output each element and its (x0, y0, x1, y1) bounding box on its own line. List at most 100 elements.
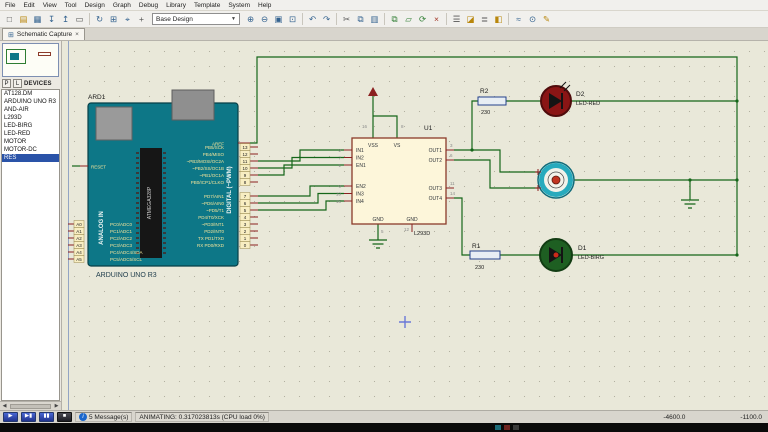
device-item[interactable]: LED-RED (2, 130, 59, 138)
device-item-selected[interactable]: RES (2, 154, 59, 162)
cursor-icon[interactable]: + (135, 13, 148, 26)
pause-button[interactable]: ▮▮ (39, 412, 54, 422)
menu-tool[interactable]: Tool (65, 2, 77, 9)
tab-schematic-capture[interactable]: ⊞ Schematic Capture × (2, 28, 85, 40)
wire-autorouter-icon[interactable]: ≈ (512, 13, 525, 26)
taskbar-thumbnail (504, 425, 510, 430)
resistor-r2[interactable]: R2 230 (478, 88, 506, 116)
wire-junction (735, 253, 738, 256)
menu-system[interactable]: System (228, 2, 250, 9)
device-item[interactable]: ARDUINO UNO R3 (2, 98, 59, 106)
taskbar-thumbnail (513, 425, 519, 430)
stop-button[interactable]: ■ (57, 412, 72, 422)
pick-parts-icon[interactable]: ☰ (450, 13, 463, 26)
menu-design[interactable]: Design (85, 2, 105, 9)
search-tag-icon[interactable]: ⊙ (526, 13, 539, 26)
wire[interactable] (258, 201, 344, 210)
pin-name: IN4 (356, 199, 364, 205)
wire[interactable] (454, 160, 538, 188)
menu-edit[interactable]: Edit (23, 2, 34, 9)
device-item[interactable]: MOTOR (2, 138, 59, 146)
menu-help[interactable]: Help (258, 2, 271, 9)
menu-library[interactable]: Library (166, 2, 186, 9)
pin-number: 11 (243, 159, 248, 164)
step-button[interactable]: ▶▮ (21, 412, 36, 422)
zoom-all-icon[interactable]: ▣ (272, 13, 285, 26)
save-icon[interactable]: ▦ (31, 13, 44, 26)
undo-icon[interactable]: ↶ (306, 13, 319, 26)
block-rotate-icon[interactable]: ⟳ (416, 13, 429, 26)
redo-icon[interactable]: ↷ (320, 13, 333, 26)
menu-view[interactable]: View (43, 2, 57, 9)
dc-motor[interactable] (535, 162, 574, 198)
wire[interactable] (250, 57, 737, 255)
ground-terminal[interactable] (369, 240, 387, 248)
scroll-left-icon[interactable]: ◀ (0, 403, 9, 409)
copy-icon[interactable]: ⧉ (354, 13, 367, 26)
paste-icon[interactable]: ▥ (368, 13, 381, 26)
library-button[interactable]: L (13, 79, 22, 88)
decompose-icon[interactable]: ◧ (492, 13, 505, 26)
scrollbar-thumb[interactable] (10, 404, 51, 409)
preview-pane[interactable] (2, 43, 59, 77)
menu-file[interactable]: File (5, 2, 15, 9)
wire[interactable] (258, 150, 344, 161)
print-icon[interactable]: ▭ (73, 13, 86, 26)
false-origin-icon[interactable]: ⌖ (121, 13, 134, 26)
led-d1-bicolor[interactable]: D1 LED-BIRG (540, 239, 604, 271)
ground-terminal[interactable] (681, 200, 699, 208)
sheet-selector[interactable]: Base Design ▼ (152, 13, 240, 25)
resistor-body[interactable] (470, 251, 500, 259)
wire[interactable] (454, 150, 538, 172)
cut-icon[interactable]: ✂ (340, 13, 353, 26)
play-button[interactable]: ▶ (3, 412, 18, 422)
schematic-canvas[interactable]: ARD1 ATMEGA328P ANALOG IN DIGITAL (~PWM)… (62, 41, 768, 410)
wire[interactable] (472, 101, 478, 150)
pin-name: GND (406, 217, 418, 223)
device-item[interactable]: MOTOR-DC (2, 146, 59, 154)
wire[interactable] (258, 165, 344, 175)
wire[interactable] (258, 158, 344, 169)
power-terminal[interactable] (368, 87, 378, 96)
wire[interactable] (258, 186, 344, 196)
device-item[interactable]: L293D (2, 114, 59, 122)
pick-device-button[interactable]: P (2, 79, 11, 88)
menu-template[interactable]: Template (194, 2, 220, 9)
new-file-icon[interactable]: □ (3, 13, 16, 26)
device-item[interactable]: LED-BIRG (2, 122, 59, 130)
grid-icon[interactable]: ⊞ (107, 13, 120, 26)
device-item[interactable]: AND-AIR (2, 106, 59, 114)
pin-label: PD4/T0/XCK (198, 215, 224, 220)
menu-graph[interactable]: Graph (113, 2, 131, 9)
block-move-icon[interactable]: ▱ (402, 13, 415, 26)
resistor-r1[interactable]: R1 230 (470, 243, 500, 271)
block-copy-icon[interactable]: ⧉ (388, 13, 401, 26)
packaging-tool-icon[interactable]: ≣ (478, 13, 491, 26)
scroll-right-icon[interactable]: ▶ (52, 403, 61, 409)
export-icon[interactable]: ↥ (59, 13, 72, 26)
resistor-body[interactable] (478, 97, 506, 105)
pin-label: PC1/ADC1 (110, 229, 133, 234)
zoom-out-icon[interactable]: ⊖ (258, 13, 271, 26)
zoom-in-icon[interactable]: ⊕ (244, 13, 257, 26)
pin-label: PD7/AIN1 (204, 194, 225, 199)
arduino-uno[interactable]: ARD1 ATMEGA328P ANALOG IN DIGITAL (~PWM)… (68, 90, 258, 279)
pin-name: VSS (368, 143, 379, 149)
message-panel[interactable]: i 5 Message(s) (75, 412, 132, 422)
make-device-icon[interactable]: ◪ (464, 13, 477, 26)
zoom-area-icon[interactable]: ⊡ (286, 13, 299, 26)
property-assignment-icon[interactable]: ✎ (540, 13, 553, 26)
open-folder-icon[interactable]: ▤ (17, 13, 30, 26)
close-icon[interactable]: × (75, 31, 79, 38)
import-icon[interactable]: ↧ (45, 13, 58, 26)
sidebar-hscrollbar[interactable]: ◀ ▶ (0, 401, 61, 410)
menu-debug[interactable]: Debug (139, 2, 158, 9)
device-item[interactable]: AT128.DM (2, 90, 59, 98)
wire[interactable] (373, 116, 397, 138)
refresh-icon[interactable]: ↻ (93, 13, 106, 26)
wire[interactable] (454, 198, 470, 255)
l293d-ref: U1 (424, 125, 433, 132)
block-delete-icon[interactable]: × (430, 13, 443, 26)
led-d2-red[interactable]: D2 LED-RED (541, 82, 600, 116)
l293d-driver[interactable]: U1 L293D IN1 2 IN2 7 EN1 1 EN2 9 IN3 10 … (336, 124, 456, 237)
